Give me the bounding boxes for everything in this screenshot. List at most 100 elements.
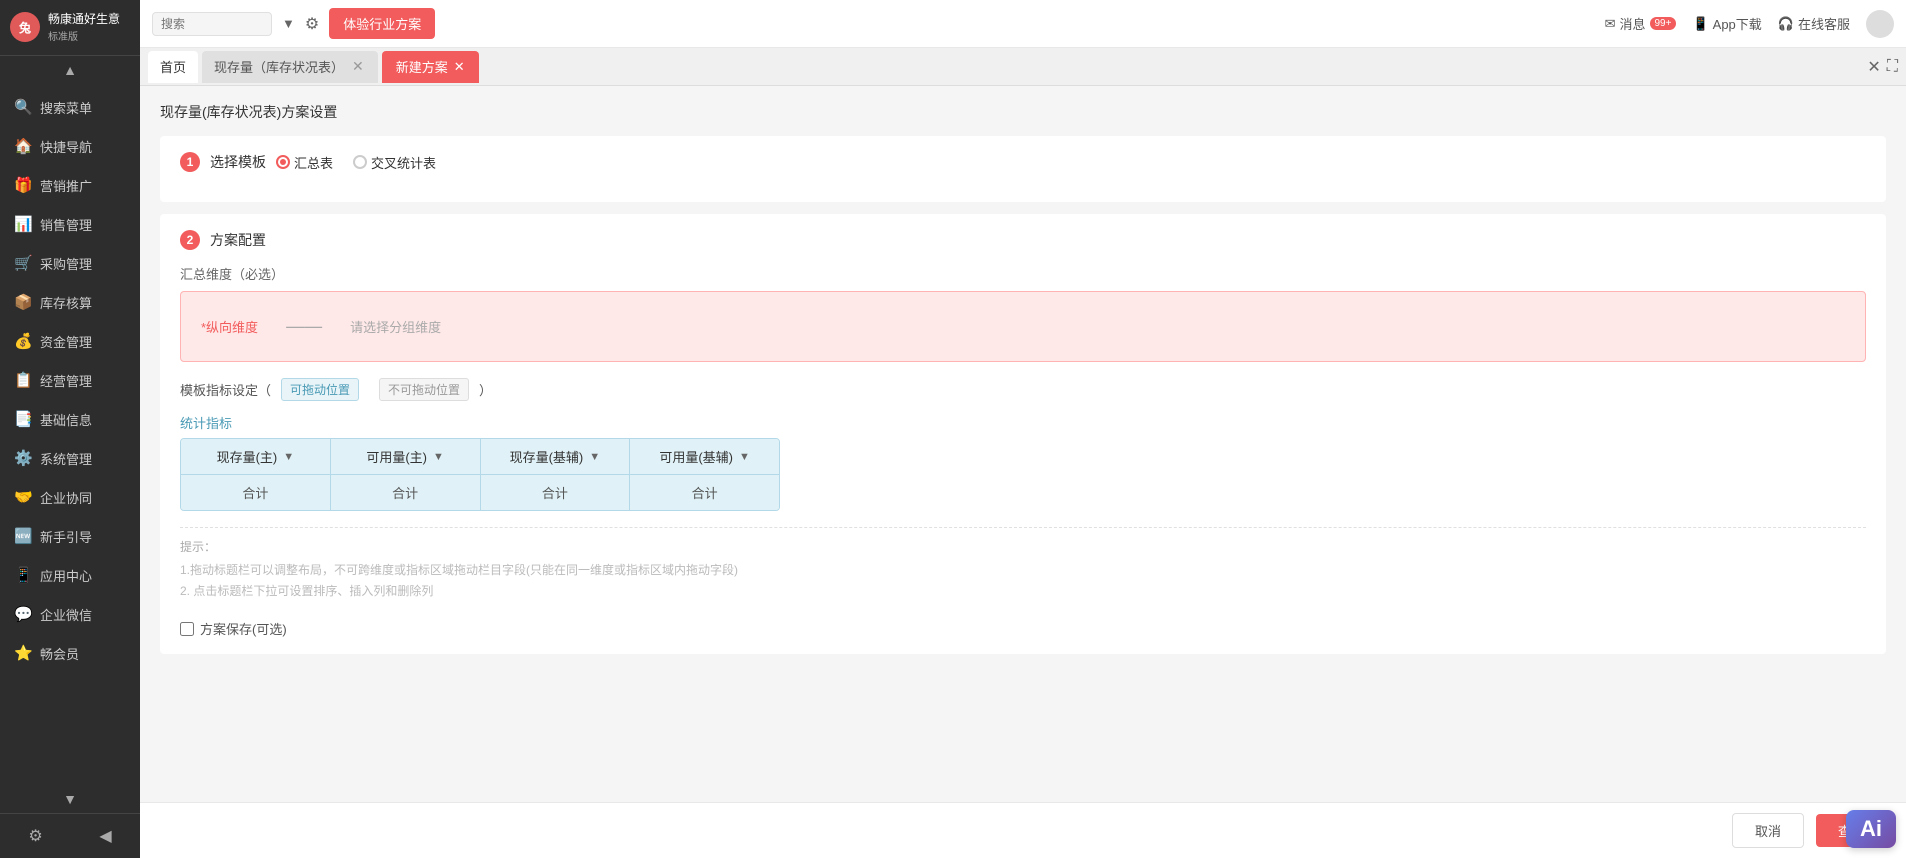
- hint-item-0: 1.拖动标题栏可以调整布局，不可跨维度或指标区域拖动栏目字段(只能在同一维度或指…: [180, 561, 1866, 578]
- not-draggable-badge: 不可拖动位置: [379, 378, 469, 401]
- settings-footer-btn[interactable]: ⚙: [20, 822, 50, 850]
- section2-num: 2: [180, 230, 200, 250]
- online-service-btn[interactable]: 🎧 在线客服: [1778, 14, 1850, 33]
- search-dropdown-btn[interactable]: ▼: [282, 16, 295, 31]
- stats-col-header-3[interactable]: 可用量(基辅) ▼: [630, 439, 779, 475]
- newbie-icon: 🆕: [14, 527, 32, 545]
- sidebar-item-basic-info[interactable]: 📑 基础信息: [0, 400, 140, 439]
- sidebar-item-label: 新手引导: [40, 527, 92, 546]
- dimension-box[interactable]: *纵向维度 —— 请选择分组维度: [180, 291, 1866, 362]
- col0-dropdown-icon[interactable]: ▼: [283, 451, 294, 463]
- section1-header: 1 选择模板 汇总表 交叉统计表: [180, 152, 1866, 172]
- app-download-btn[interactable]: 📱 App下载: [1692, 14, 1761, 33]
- sidebar-item-label: 库存核算: [40, 293, 92, 312]
- basic-info-icon: 📑: [14, 410, 32, 428]
- section2-title: 方案配置: [210, 230, 266, 250]
- quick-nav-icon: 🏠: [14, 137, 32, 155]
- sidebar-item-member[interactable]: ⭐ 畅会员: [0, 634, 140, 673]
- trial-btn[interactable]: 体验行业方案: [329, 8, 435, 39]
- dimension-arrow: ——: [286, 316, 322, 337]
- message-icon: ✉: [1605, 16, 1616, 32]
- section1-title: 选择模板: [210, 152, 266, 172]
- minimize-btn[interactable]: ✕: [1867, 57, 1880, 77]
- sidebar-item-label: 搜索菜单: [40, 98, 92, 117]
- stats-col-body-2: 合计: [481, 475, 630, 510]
- dimension-placeholder: 请选择分组维度: [350, 317, 441, 336]
- stats-col-header-2[interactable]: 现存量(基辅) ▼: [481, 439, 630, 475]
- sidebar-item-label: 销售管理: [40, 215, 92, 234]
- sidebar-item-wechat[interactable]: 💬 企业微信: [0, 595, 140, 634]
- indicator-settings-row: 模板指标设定（ 可拖动位置 不可拖动位置 ）: [180, 378, 1866, 401]
- radio-dot-summary: [276, 155, 290, 169]
- logo-icon: 兔: [10, 12, 40, 42]
- stats-col-header-0[interactable]: 现存量(主) ▼: [181, 439, 330, 475]
- sidebar-item-enterprise[interactable]: 🤝 企业协同: [0, 478, 140, 517]
- content-area: 现存量(库存状况表)方案设置 1 选择模板 汇总表 交叉统计表: [140, 86, 1906, 802]
- save-checkbox[interactable]: [180, 622, 194, 636]
- close-inventory-tab-btn[interactable]: ✕: [350, 58, 366, 75]
- stats-col-1: 可用量(主) ▼ 合计: [331, 439, 481, 510]
- radio-summary-table[interactable]: 汇总表: [276, 153, 333, 172]
- draggable-badge: 可拖动位置: [281, 378, 359, 401]
- tab-home[interactable]: 首页: [148, 51, 198, 83]
- avatar: [1866, 10, 1894, 38]
- app-center-icon: 📱: [14, 566, 32, 584]
- stats-col-body-3: 合计: [630, 475, 779, 510]
- col2-dropdown-icon[interactable]: ▼: [589, 451, 600, 463]
- footer-bar: 取消 查询: [140, 802, 1906, 858]
- sidebar-item-newbie[interactable]: 🆕 新手引导: [0, 517, 140, 556]
- sidebar-item-purchase[interactable]: 🛒 采购管理: [0, 244, 140, 283]
- tab-inventory-status[interactable]: 现存量（库存状况表） ✕: [202, 51, 378, 83]
- messages-badge: 99+: [1650, 17, 1677, 30]
- messages-btn[interactable]: ✉ 消息 99+: [1605, 14, 1677, 33]
- sidebar-item-sales[interactable]: 📊 销售管理: [0, 205, 140, 244]
- search-input[interactable]: [152, 12, 272, 36]
- sidebar-item-system[interactable]: ⚙️ 系统管理: [0, 439, 140, 478]
- section1-num: 1: [180, 152, 200, 172]
- topbar-right: ✉ 消息 99+ 📱 App下载 🎧 在线客服: [1605, 10, 1894, 38]
- sidebar-item-marketing[interactable]: 🎁 营销推广: [0, 166, 140, 205]
- sidebar-item-label: 系统管理: [40, 449, 92, 468]
- sales-icon: 📊: [14, 215, 32, 233]
- cancel-button[interactable]: 取消: [1732, 813, 1804, 848]
- tabs-bar: 首页 现存量（库存状况表） ✕ 新建方案 ✕ ✕ ⛶: [140, 48, 1906, 86]
- stats-col-header-1[interactable]: 可用量(主) ▼: [331, 439, 480, 475]
- sidebar: 兔 畅康通好生意 标准版 ▲ 🔍 搜索菜单 🏠 快捷导航 🎁 营销推广 📊 销售…: [0, 0, 140, 858]
- col1-dropdown-icon[interactable]: ▼: [433, 451, 444, 463]
- phone-icon: 📱: [1692, 16, 1708, 32]
- operations-icon: 📋: [14, 371, 32, 389]
- col3-dropdown-icon[interactable]: ▼: [739, 451, 750, 463]
- section1-card: 1 选择模板 汇总表 交叉统计表: [160, 136, 1886, 202]
- section2-card: 2 方案配置 汇总维度（必选） *纵向维度 —— 请选择分组维度 模板指标设定（…: [160, 214, 1886, 654]
- sidebar-item-label: 畅会员: [40, 644, 79, 663]
- enterprise-icon: 🤝: [14, 488, 32, 506]
- collapse-sidebar-btn[interactable]: ◀: [91, 822, 119, 850]
- settings-btn[interactable]: ⚙: [305, 14, 319, 34]
- stats-col-3: 可用量(基辅) ▼ 合计: [630, 439, 779, 510]
- sidebar-item-inventory[interactable]: 📦 库存核算: [0, 283, 140, 322]
- sidebar-item-operations[interactable]: 📋 经营管理: [0, 361, 140, 400]
- template-radio-group: 汇总表 交叉统计表: [276, 153, 436, 172]
- headset-icon: 🎧: [1778, 16, 1794, 32]
- sidebar-item-label: 企业协同: [40, 488, 92, 507]
- sidebar-item-app-center[interactable]: 📱 应用中心: [0, 556, 140, 595]
- expand-btn[interactable]: ⛶: [1887, 58, 1898, 76]
- sidebar-item-search-menu[interactable]: 🔍 搜索菜单: [0, 88, 140, 127]
- sidebar-nav: 🔍 搜索菜单 🏠 快捷导航 🎁 营销推广 📊 销售管理 🛒 采购管理 📦 库存核…: [0, 84, 140, 785]
- finance-icon: 💰: [14, 332, 32, 350]
- ai-float-btn[interactable]: Ai: [1846, 810, 1896, 848]
- tab-new-plan[interactable]: 新建方案 ✕: [382, 51, 479, 83]
- close-new-plan-tab-icon[interactable]: ✕: [454, 59, 465, 75]
- sidebar-item-label: 营销推广: [40, 176, 92, 195]
- sidebar-item-quick-nav[interactable]: 🏠 快捷导航: [0, 127, 140, 166]
- section2-header: 2 方案配置: [180, 230, 1866, 250]
- radio-dot-cross: [353, 155, 367, 169]
- summary-dimension-label: 汇总维度（必选）: [180, 264, 1866, 283]
- radio-cross-table[interactable]: 交叉统计表: [353, 153, 436, 172]
- sidebar-item-finance[interactable]: 💰 资金管理: [0, 322, 140, 361]
- scroll-down-btn[interactable]: ▼: [63, 787, 77, 811]
- stats-table: 现存量(主) ▼ 合计 可用量(主) ▼ 合计: [180, 438, 780, 511]
- scroll-up-btn[interactable]: ▲: [63, 58, 77, 82]
- sidebar-item-label: 应用中心: [40, 566, 92, 585]
- member-icon: ⭐: [14, 644, 32, 662]
